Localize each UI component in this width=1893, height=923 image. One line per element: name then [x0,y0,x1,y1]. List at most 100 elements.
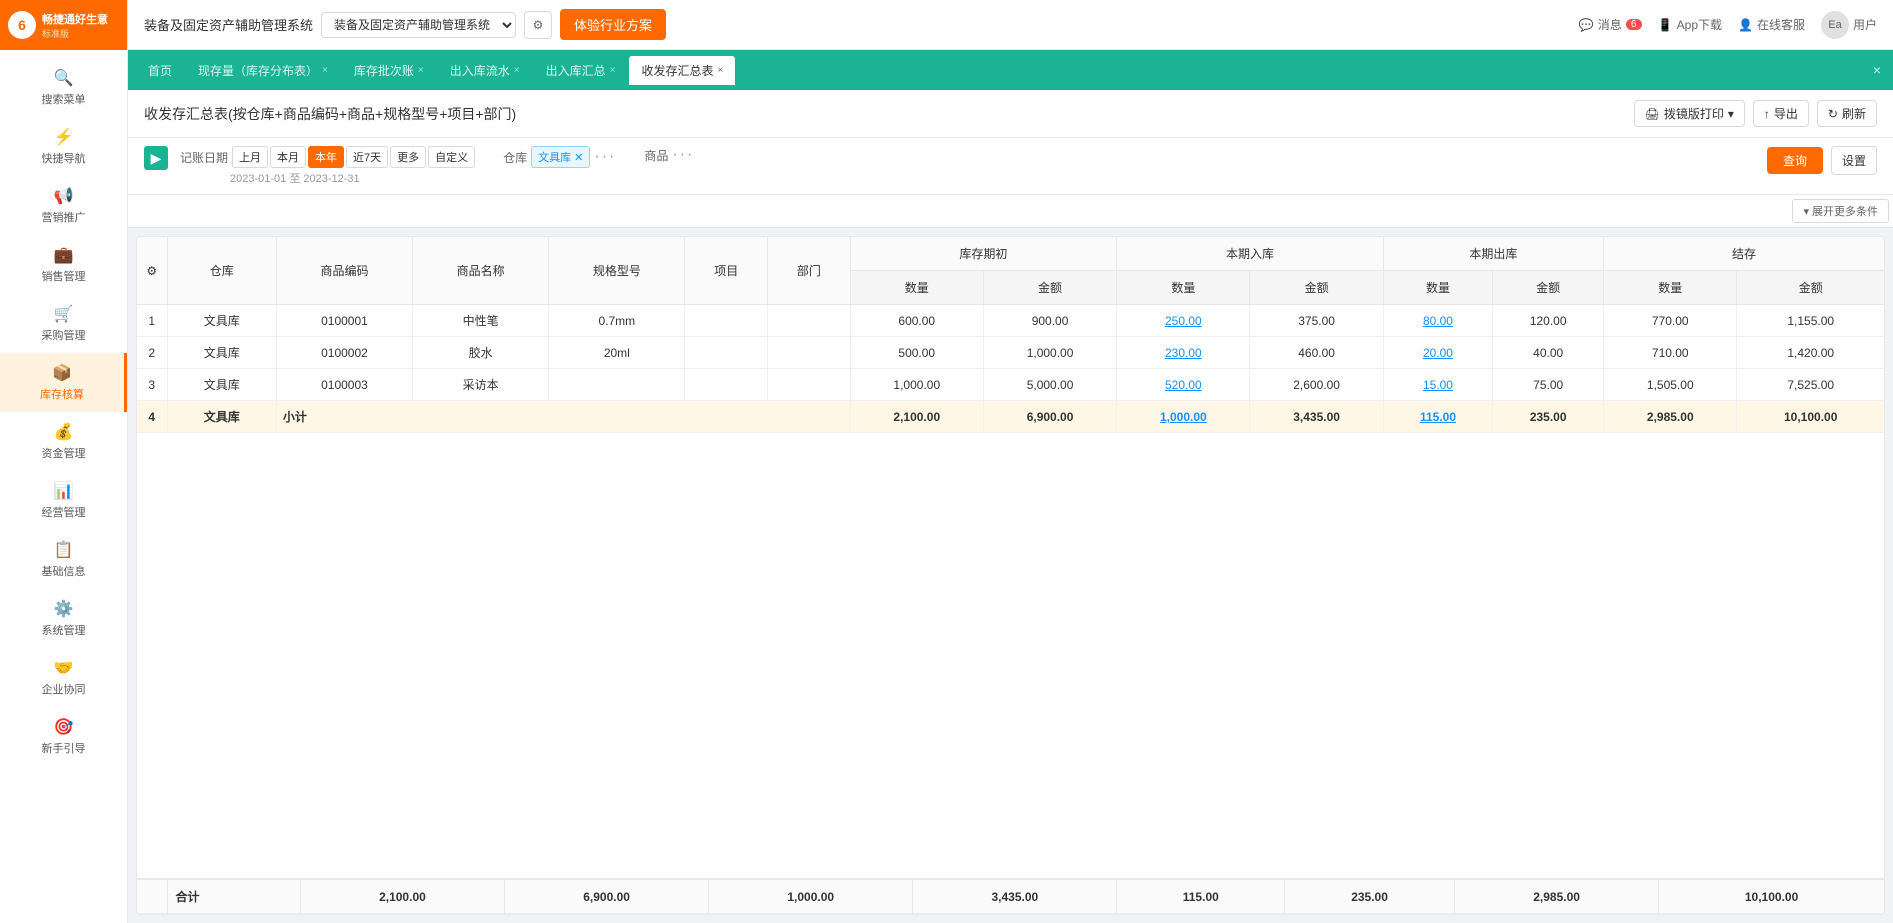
tab-label-1: 现存量（库存分布表） [198,62,318,79]
app-download-item[interactable]: 📱 App下载 [1658,16,1722,33]
total-out-amount: 235.00 [1285,879,1455,914]
page-title: 收发存汇总表(按仓库+商品编码+商品+规格型号+项目+部门) [144,104,516,134]
settings-icon[interactable]: ⚙ [524,11,552,39]
date-range: 2023-01-01 至 2023-12-31 [230,170,475,186]
sidebar-item-0[interactable]: 🔍搜索菜单 [0,58,127,117]
sub-no: 4 [137,401,167,433]
warehouse-tag-close[interactable]: ✕ [574,151,583,164]
system-select[interactable]: 装备及固定资产辅助管理系统 [321,12,516,38]
th-out-amount: 金额 [1493,271,1604,305]
tab-close-3[interactable]: × [514,65,520,76]
tab-2[interactable]: 库存批次账 × [342,56,436,85]
sidebar-item-7[interactable]: 📊经营管理 [0,471,127,530]
sidebar-icon-5: 📦 [52,363,72,383]
expand-button[interactable]: ▾ 展开更多条件 [1792,199,1889,223]
tabbar-close-button[interactable]: × [1869,58,1885,82]
sidebar-icon-6: 💰 [54,422,74,442]
td-no-2: 3 [137,369,167,401]
tab-label-2: 库存批次账 [354,62,414,79]
goods-filter-group: 商品 ··· [644,146,694,164]
query-button[interactable]: 查询 [1767,147,1823,174]
sidebar-nav: 🔍搜索菜单⚡快捷导航📢营销推广💼销售管理🛒采购管理📦库存核算💰资金管理📊经营管理… [0,50,127,923]
data-table: ⚙ 仓库 商品编码 商品名称 规格型号 项目 部门 库存期初 本期入库 本期出库… [137,237,1884,433]
sidebar-item-2[interactable]: 📢营销推广 [0,176,127,235]
sidebar-item-4[interactable]: 🛒采购管理 [0,294,127,353]
sidebar-item-5[interactable]: 📦库存核算 [0,353,127,412]
date-btn-本年[interactable]: 本年 [308,146,344,168]
sub-in-qty[interactable]: 1,000.00 [1117,401,1250,433]
date-btn-更多[interactable]: 更多 [390,146,426,168]
td-out-qty-2[interactable]: 15.00 [1383,369,1492,401]
print-button[interactable]: 🖨 拨镜版打印 ▾ [1634,100,1745,127]
td-in-qty-0[interactable]: 250.00 [1117,305,1250,337]
filter-toggle-button[interactable]: ▶ [144,146,168,170]
td-out-amount-2: 75.00 [1493,369,1604,401]
td-init-qty-0: 600.00 [850,305,983,337]
warehouse-filter-group: 仓库 文具库 ✕ ··· [503,146,616,168]
user-item[interactable]: Ea 用户 [1821,11,1877,39]
th-bal-qty: 数量 [1604,271,1737,305]
td-bal-qty-2: 1,505.00 [1604,369,1737,401]
chevron-down-icon: ▾ [1728,107,1734,121]
td-out-qty-0[interactable]: 80.00 [1383,305,1492,337]
sidebar-item-3[interactable]: 💼销售管理 [0,235,127,294]
message-item[interactable]: 💬 消息 6 [1579,16,1642,33]
export-button[interactable]: ↑ 导出 [1753,100,1809,127]
tab-close-4[interactable]: × [610,65,616,76]
sidebar-icon-2: 📢 [54,186,74,206]
system-title: 装备及固定资产辅助管理系统 [144,15,313,34]
refresh-button[interactable]: ↻ 刷新 [1817,100,1877,127]
message-icon: 💬 [1579,18,1594,32]
tab-close-1[interactable]: × [322,65,328,76]
sidebar-item-10[interactable]: 🤝企业协同 [0,648,127,707]
sidebar-item-11[interactable]: 🎯新手引导 [0,707,127,766]
filter-setting-button[interactable]: 设置 [1831,146,1877,175]
sidebar-item-8[interactable]: 📋基础信息 [0,530,127,589]
logo-title: 畅捷通好生意 [42,11,108,27]
sub-out-amount: 235.00 [1493,401,1604,433]
tab-4[interactable]: 出入库汇总× [534,56,628,85]
td-out-qty-1[interactable]: 20.00 [1383,337,1492,369]
tab-3[interactable]: 出入库流水× [438,56,532,85]
th-in-amount: 金额 [1250,271,1383,305]
sidebar-label-4: 采购管理 [42,327,86,343]
warehouse-label: 仓库 [503,149,527,166]
goods-label: 商品 [644,147,668,164]
goods-more-btn[interactable]: ··· [672,146,694,164]
th-out-qty: 数量 [1383,271,1492,305]
tab-close-2[interactable]: × [418,65,424,76]
expand-row: ▾ 展开更多条件 [128,195,1893,228]
date-filter-controls: 记账日期 上月本月本年近7天更多自定义 [180,146,475,168]
tab-5[interactable]: 收发存汇总表× [629,56,735,85]
date-btn-自定义[interactable]: 自定义 [428,146,475,168]
total-bal-qty: 2,985.00 [1455,879,1659,914]
td-in-qty-2[interactable]: 520.00 [1117,369,1250,401]
sidebar-label-9: 系统管理 [42,622,86,638]
td-in-qty-1[interactable]: 230.00 [1117,337,1250,369]
th-settings[interactable]: ⚙ [137,237,167,305]
sidebar-icon-7: 📊 [54,481,74,501]
td-bal-qty-1: 710.00 [1604,337,1737,369]
td-dept-0 [768,305,851,337]
content-area: 收发存汇总表(按仓库+商品编码+商品+规格型号+项目+部门) 🖨 拨镜版打印 ▾… [128,90,1893,923]
tab-0[interactable]: 首页 [136,56,184,85]
date-btn-上月[interactable]: 上月 [232,146,268,168]
avatar: Ea [1821,11,1849,39]
topbar: 装备及固定资产辅助管理系统 装备及固定资产辅助管理系统 ⚙ 体验行业方案 💬 消… [128,0,1893,50]
td-warehouse-0: 文具库 [167,305,276,337]
total-init-qty: 2,100.00 [300,879,504,914]
tab-close-5[interactable]: × [717,65,723,76]
tab-1[interactable]: 现存量（库存分布表） × [186,56,340,85]
td-spec-2 [549,369,685,401]
sidebar-item-9[interactable]: ⚙️系统管理 [0,589,127,648]
sidebar-item-1[interactable]: ⚡快捷导航 [0,117,127,176]
date-btn-近7天[interactable]: 近7天 [346,146,388,168]
online-service-item[interactable]: 👤 在线客服 [1738,16,1805,33]
sub-init-qty: 2,100.00 [850,401,983,433]
date-btn-本月[interactable]: 本月 [270,146,306,168]
warehouse-more-btn[interactable]: ··· [594,148,616,166]
sub-out-qty[interactable]: 115.00 [1383,401,1492,433]
sidebar-item-6[interactable]: 💰资金管理 [0,412,127,471]
th-goods-code: 商品编码 [276,237,412,305]
trial-button[interactable]: 体验行业方案 [560,9,666,40]
